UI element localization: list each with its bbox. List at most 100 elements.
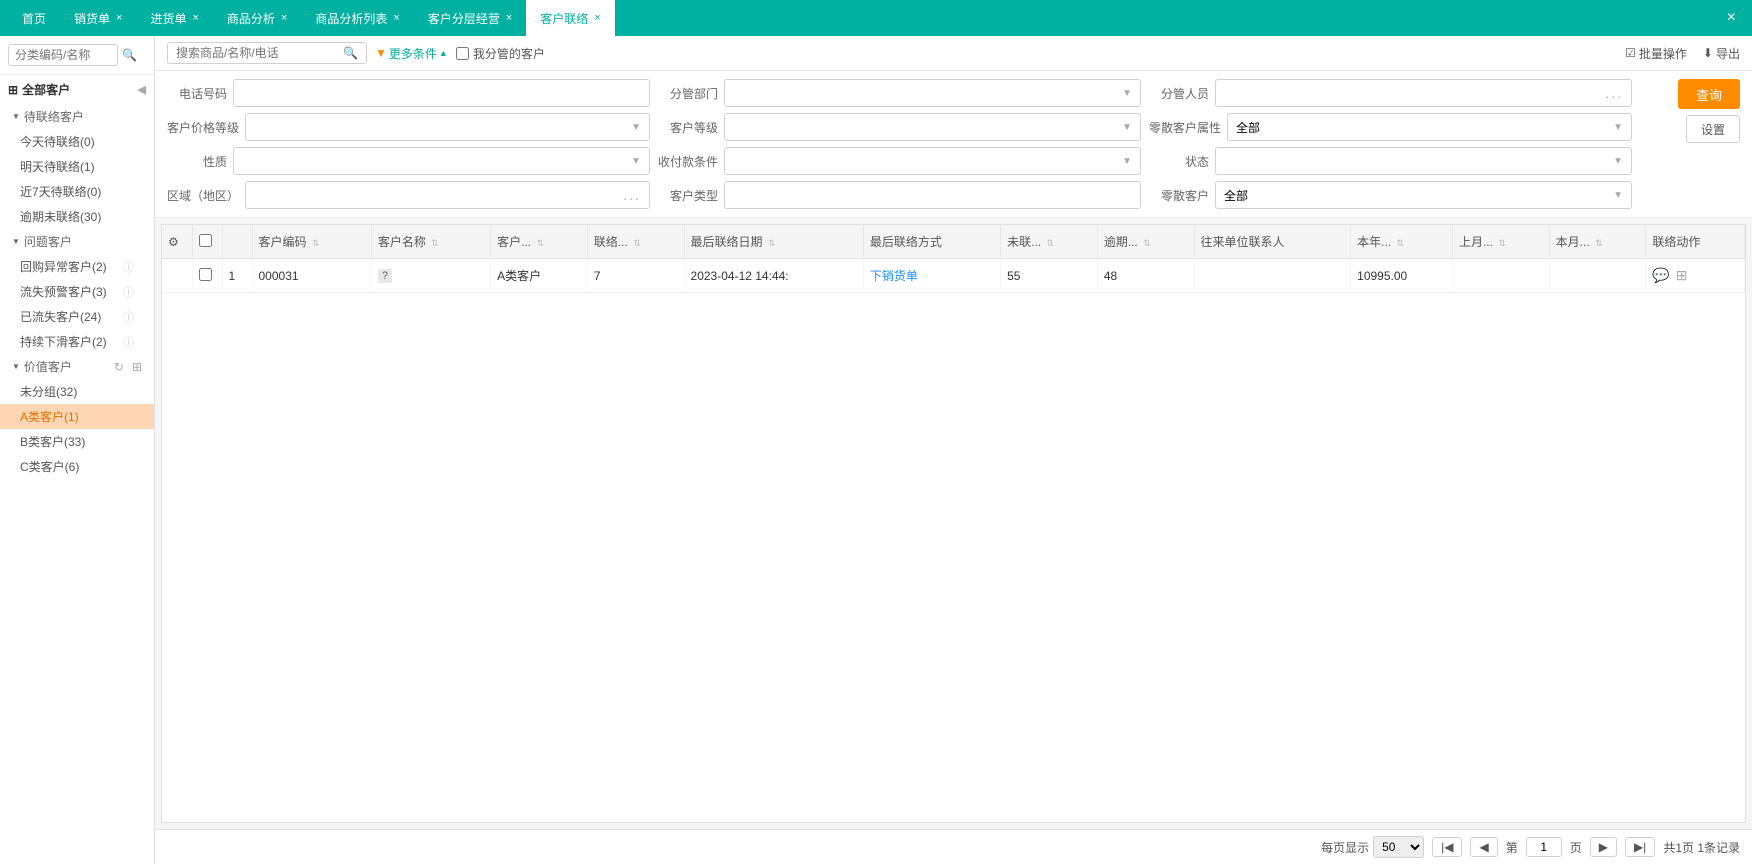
sidebar-all-customers[interactable]: ⊞ 全部客户 ◀ bbox=[0, 75, 154, 104]
col-contact-count[interactable]: 联络... ⇅ bbox=[587, 225, 684, 259]
problem-customer-section[interactable]: ▼ 问题客户 bbox=[0, 229, 154, 254]
filter-more-btn[interactable]: ▼ 更多条件 ▲ bbox=[375, 45, 448, 62]
row-checkbox[interactable] bbox=[199, 268, 212, 281]
col-index bbox=[222, 225, 252, 259]
nav-customer-contact[interactable]: 客户联络 × bbox=[526, 0, 614, 36]
col-settings[interactable]: ⚙ bbox=[162, 225, 192, 259]
filter-sparse-select[interactable]: 全部 ▼ bbox=[1215, 181, 1632, 209]
col-this-month-sort: ⇅ bbox=[1595, 238, 1603, 248]
nav-home[interactable]: 首页 bbox=[8, 0, 60, 36]
last-page-btn[interactable]: ▶| bbox=[1625, 837, 1655, 857]
sidebar-class-a[interactable]: A类客户(1) bbox=[0, 404, 154, 429]
my-customers-checkbox[interactable] bbox=[456, 47, 469, 60]
nav-sales-close[interactable]: × bbox=[116, 12, 122, 24]
nav-customer-contact-close[interactable]: × bbox=[594, 12, 600, 24]
sidebar-class-b[interactable]: B类客户(33) bbox=[0, 429, 154, 454]
filter-row-3: 性质 ▼ 收付款条件 ▼ bbox=[167, 147, 1632, 175]
sidebar-search-container: 🔍 bbox=[0, 36, 154, 75]
next-page-btn[interactable]: ▶ bbox=[1590, 837, 1617, 857]
filter-region-select[interactable]: ... bbox=[245, 181, 650, 209]
all-customers-label: 全部客户 bbox=[22, 81, 70, 98]
perpage-select[interactable]: 50 100 200 bbox=[1373, 836, 1424, 858]
nav-sales[interactable]: 销货单 × bbox=[60, 0, 136, 36]
pending-contact-label: 待联络客户 bbox=[24, 108, 84, 125]
sidebar-abnormal-repurchase[interactable]: 回购异常客户(2) ⓘ bbox=[0, 254, 154, 279]
page-input[interactable] bbox=[1526, 837, 1562, 857]
col-name[interactable]: 客户名称 ⇅ bbox=[371, 225, 490, 259]
action-icons: 💬 ⊞ bbox=[1652, 267, 1738, 284]
col-this-month[interactable]: 本月... ⇅ bbox=[1549, 225, 1646, 259]
filter-cust-grade-select[interactable]: ▼ bbox=[724, 113, 1141, 141]
filter-phone: 电话号码 bbox=[167, 79, 650, 107]
last-method-link[interactable]: 下销货单 bbox=[870, 269, 918, 283]
settings-icon[interactable]: ⚙ bbox=[168, 235, 179, 249]
filter-status-select[interactable]: ▼ bbox=[1215, 147, 1632, 175]
nav-product-analysis-close[interactable]: × bbox=[281, 12, 287, 24]
col-this-year[interactable]: 本年... ⇅ bbox=[1351, 225, 1453, 259]
sidebar-class-c[interactable]: C类客户(6) bbox=[0, 454, 154, 479]
select-all-checkbox[interactable] bbox=[199, 234, 212, 247]
prev-page-btn[interactable]: ◀ bbox=[1470, 837, 1497, 857]
col-last-month[interactable]: 上月... ⇅ bbox=[1452, 225, 1549, 259]
nav-product-analysis-list-close[interactable]: × bbox=[393, 12, 399, 24]
col-code[interactable]: 客户编码 ⇅ bbox=[252, 225, 371, 259]
col-last-date-label: 最后联络日期 bbox=[691, 235, 763, 249]
sidebar-search-icon[interactable]: 🔍 bbox=[122, 48, 137, 62]
sidebar-declining[interactable]: 持续下滑客户(2) ⓘ bbox=[0, 329, 154, 354]
sidebar-collapse-icon[interactable]: ◀ bbox=[138, 83, 146, 96]
sidebar-today-pending[interactable]: 今天待联络(0) bbox=[0, 129, 154, 154]
filter-dept-select[interactable]: ▼ bbox=[724, 79, 1141, 107]
query-button[interactable]: 查询 bbox=[1678, 79, 1740, 109]
nav-home-label: 首页 bbox=[22, 10, 46, 27]
cell-code: 000031 bbox=[252, 259, 371, 293]
nav-customer-segment-close[interactable]: × bbox=[506, 12, 512, 24]
my-customers-filter[interactable]: 我分管的客户 bbox=[456, 45, 545, 62]
cell-last-method[interactable]: 下销货单 bbox=[863, 259, 1000, 293]
sidebar-ungrouped[interactable]: 未分组(32) bbox=[0, 379, 154, 404]
col-overdue[interactable]: 逾期... ⇅ bbox=[1097, 225, 1194, 259]
cell-last-date: 2023-04-12 14:44: bbox=[684, 259, 863, 293]
filter-nature-select[interactable]: ▼ bbox=[233, 147, 650, 175]
pending-contact-section[interactable]: ▼ 待联络客户 bbox=[0, 104, 154, 129]
value-customer-section[interactable]: ▼ 价值客户 ↻ ⊞ bbox=[0, 354, 154, 379]
filter-sparse-attr-select[interactable]: 全部 ▼ bbox=[1227, 113, 1632, 141]
window-close[interactable]: × bbox=[1719, 9, 1744, 27]
filter-search-icon[interactable]: 🔍 bbox=[343, 46, 358, 60]
value-customer-refresh[interactable]: ↻ bbox=[114, 360, 124, 374]
filter-payment-select[interactable]: ▼ bbox=[724, 147, 1141, 175]
first-page-btn[interactable]: |◀ bbox=[1432, 837, 1462, 857]
filter-search-input[interactable] bbox=[176, 46, 343, 60]
sidebar-churned[interactable]: 已流失客户(24) ⓘ bbox=[0, 304, 154, 329]
export-btn[interactable]: ⬇ 导出 bbox=[1703, 45, 1740, 62]
sidebar-overdue-contact[interactable]: 逾期未联络(30) bbox=[0, 204, 154, 229]
filter-phone-input[interactable] bbox=[233, 79, 650, 107]
filter-person-select[interactable]: ... bbox=[1215, 79, 1632, 107]
filter-sparse-attr-value: 全部 bbox=[1236, 119, 1260, 136]
filter-more-label: 更多条件 bbox=[389, 45, 437, 62]
cell-checkbox[interactable] bbox=[192, 259, 222, 293]
filter-sparse-attr: 零散客户属性 全部 ▼ bbox=[1149, 113, 1632, 141]
nav-customer-segment[interactable]: 客户分层经营 × bbox=[414, 0, 526, 36]
batch-operation-btn[interactable]: ☑ 批量操作 bbox=[1625, 45, 1687, 62]
message-action-icon[interactable]: 💬 bbox=[1652, 267, 1669, 284]
col-checkbox[interactable] bbox=[192, 225, 222, 259]
col-last-date[interactable]: 最后联络日期 ⇅ bbox=[684, 225, 863, 259]
sidebar-7day-pending[interactable]: 近7天待联络(0) bbox=[0, 179, 154, 204]
info-icon-4: ⓘ bbox=[123, 334, 134, 350]
filter-cust-type-input[interactable] bbox=[724, 181, 1141, 209]
nav-purchase-close[interactable]: × bbox=[192, 12, 198, 24]
nav-product-analysis-list[interactable]: 商品分析列表 × bbox=[301, 0, 413, 36]
nav-product-analysis[interactable]: 商品分析 × bbox=[213, 0, 301, 36]
settings-button[interactable]: 设置 bbox=[1686, 115, 1740, 143]
sidebar-tomorrow-pending[interactable]: 明天待联络(1) bbox=[0, 154, 154, 179]
filter-price-grade-select[interactable]: ▼ bbox=[245, 113, 650, 141]
sidebar-search-input[interactable] bbox=[8, 44, 118, 66]
col-no-contact[interactable]: 未联... ⇅ bbox=[1001, 225, 1098, 259]
col-level[interactable]: 客户... ⇅ bbox=[491, 225, 588, 259]
nav-purchase[interactable]: 进货单 × bbox=[136, 0, 212, 36]
grid-action-icon[interactable]: ⊞ bbox=[1676, 267, 1688, 284]
col-no-contact-sort: ⇅ bbox=[1046, 238, 1054, 248]
value-customer-add[interactable]: ⊞ bbox=[132, 360, 142, 374]
col-action-label: 联络动作 bbox=[1652, 235, 1700, 249]
sidebar-churn-warning[interactable]: 流失预警客户(3) ⓘ bbox=[0, 279, 154, 304]
